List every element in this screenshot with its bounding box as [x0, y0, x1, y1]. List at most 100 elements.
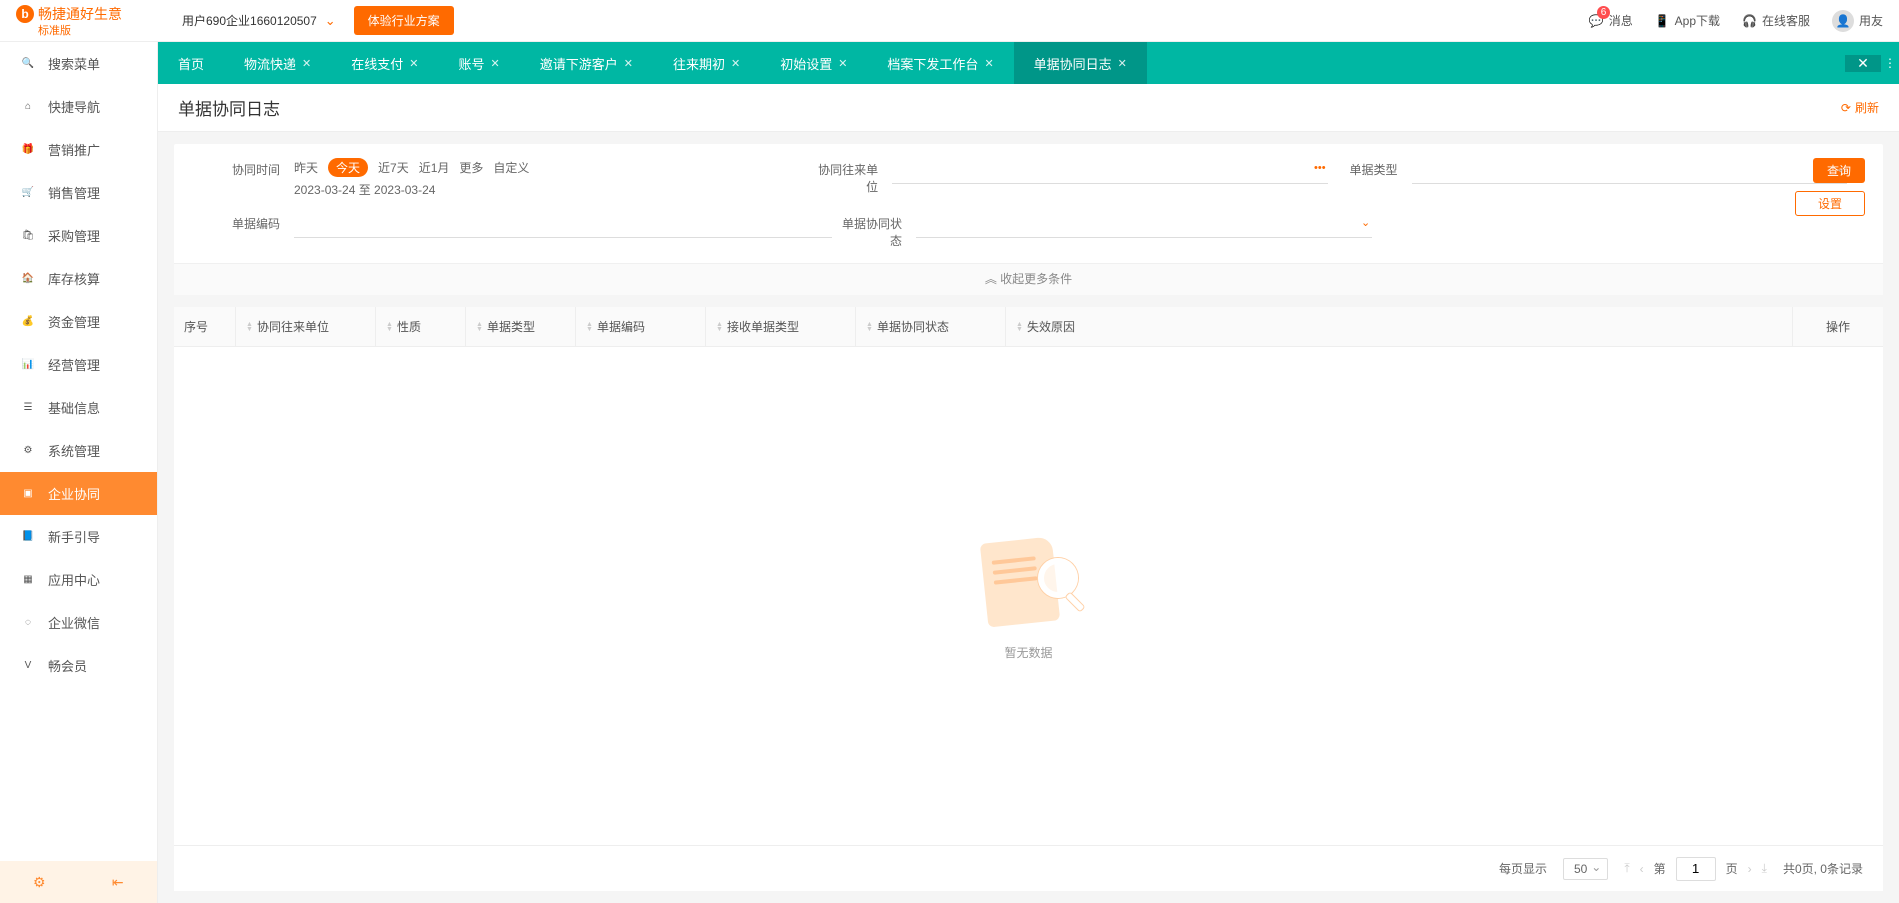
- close-icon[interactable]: ✕: [838, 57, 847, 70]
- money-icon: 💰: [20, 314, 36, 330]
- table-header-cell[interactable]: ▲▼单据编码: [576, 307, 706, 346]
- sidebar-item-fund[interactable]: 💰资金管理: [0, 300, 157, 343]
- avatar-icon: 👤: [1832, 10, 1854, 32]
- app-download-label: App下载: [1675, 12, 1720, 29]
- date-option[interactable]: 更多: [459, 159, 483, 176]
- sidebar-collapse-button[interactable]: ⇤: [79, 861, 158, 903]
- chevron-down-icon[interactable]: ⌄: [1836, 162, 1845, 175]
- sidebar-item-member[interactable]: V畅会员: [0, 644, 157, 687]
- chevron-down-icon: ⌄: [325, 13, 336, 29]
- chevron-up-icon: ︽: [985, 272, 997, 286]
- tab-账号[interactable]: 账号 ✕: [438, 42, 519, 84]
- tab-label: 账号: [458, 54, 484, 73]
- date-option[interactable]: 昨天: [294, 159, 318, 176]
- tenant-selector[interactable]: 用户690企业1660120507 ⌄: [182, 12, 336, 29]
- online-service-button[interactable]: 🎧 在线客服: [1742, 12, 1810, 29]
- column-label: 单据协同状态: [877, 318, 949, 335]
- sidebar-item-business[interactable]: 📊经营管理: [0, 343, 157, 386]
- user-menu[interactable]: 👤 用友: [1832, 10, 1883, 32]
- close-icon[interactable]: ✕: [302, 57, 311, 70]
- filter-label-status: 单据协同状态: [832, 212, 902, 249]
- tabs-bar: 首页物流快递✕在线支付✕账号✕邀请下游客户✕往来期初✕初始设置✕档案下发工作台✕…: [158, 42, 1899, 84]
- sidebar-item-base-info[interactable]: ☰基础信息: [0, 386, 157, 429]
- filter-panel: 查询 设置 协同时间 昨天今天近7天近1月更多自定义 2023-03-24 至 …: [174, 144, 1883, 295]
- filter-label-unit: 协同往来单位: [808, 158, 878, 195]
- bill-type-select[interactable]: [1412, 158, 1847, 184]
- refresh-label: 刷新: [1855, 99, 1879, 116]
- close-icon[interactable]: ✕: [731, 57, 740, 70]
- page-last-button[interactable]: ⤓: [1762, 861, 1767, 876]
- tabs-close-all-button[interactable]: ✕: [1845, 55, 1881, 72]
- messages-button[interactable]: 💬 6 消息: [1589, 12, 1633, 29]
- tab-往来期初[interactable]: 往来期初✕: [653, 42, 760, 84]
- tab-在线支付[interactable]: 在线支付✕: [331, 42, 438, 84]
- table-header-cell[interactable]: ▲▼性质: [376, 307, 466, 346]
- page-first-button[interactable]: ⤒: [1624, 861, 1629, 876]
- page-prev-button[interactable]: ‹: [1640, 862, 1644, 876]
- table-header-cell[interactable]: ▲▼单据协同状态: [856, 307, 1006, 346]
- date-option[interactable]: 近1月: [419, 159, 450, 176]
- tab-邀请下游客户[interactable]: 邀请下游客户✕: [520, 42, 653, 84]
- close-icon[interactable]: ✕: [1118, 57, 1127, 70]
- date-option[interactable]: 近7天: [378, 159, 409, 176]
- page-next-button[interactable]: ›: [1748, 862, 1752, 876]
- tab-单据协同日志[interactable]: 单据协同日志✕: [1014, 42, 1147, 84]
- sidebar-item-inventory[interactable]: 🏠库存核算: [0, 257, 157, 300]
- coop-status-select[interactable]: [916, 212, 1372, 238]
- coop-unit-input[interactable]: [892, 158, 1327, 184]
- home-icon: ⌂: [20, 99, 36, 115]
- sidebar-item-label: 库存核算: [48, 269, 100, 288]
- sidebar-item-purchase[interactable]: 🛍 采购管理: [0, 214, 157, 257]
- refresh-button[interactable]: ⟳ 刷新: [1841, 99, 1879, 116]
- gift-icon: 🎁: [20, 142, 36, 158]
- collapse-icon: ⇤: [112, 874, 124, 891]
- table-header-cell[interactable]: ▲▼接收单据类型: [706, 307, 856, 346]
- close-icon[interactable]: ✕: [491, 57, 500, 70]
- sort-icon: ▲▼: [246, 322, 253, 332]
- sidebar-item-enterprise-coop[interactable]: ▣企业协同: [0, 472, 157, 515]
- tab-初始设置[interactable]: 初始设置 ✕: [760, 42, 867, 84]
- sidebar-settings-button[interactable]: ⚙: [0, 861, 79, 903]
- sidebar-item-label: 基础信息: [48, 398, 100, 417]
- date-range-text: 2023-03-24 至 2023-03-24: [294, 181, 808, 198]
- sidebar-item-search-menu[interactable]: 🔍搜索菜单: [0, 42, 157, 85]
- lookup-icon[interactable]: •••: [1314, 162, 1326, 174]
- app-download-button[interactable]: 📱 App下载: [1655, 12, 1720, 29]
- settings-button[interactable]: 设置: [1795, 191, 1865, 216]
- bill-code-input[interactable]: [294, 212, 832, 238]
- table-header-cell[interactable]: ▲▼失效原因: [1006, 307, 1793, 346]
- sidebar-item-system[interactable]: ⚙系统管理: [0, 429, 157, 472]
- close-icon[interactable]: ✕: [409, 57, 418, 70]
- tab-label: 初始设置: [780, 54, 832, 73]
- try-industry-button[interactable]: 体验行业方案: [354, 6, 454, 35]
- tab-物流快递[interactable]: 物流快递 ✕: [224, 42, 331, 84]
- collapse-filters-button[interactable]: ︽ 收起更多条件: [174, 263, 1883, 295]
- sidebar-item-label: 经营管理: [48, 355, 100, 374]
- sidebar-item-quick-nav[interactable]: ⌂快捷导航: [0, 85, 157, 128]
- tab-首页[interactable]: 首页: [158, 42, 224, 84]
- page-size-select[interactable]: 50: [1563, 858, 1608, 880]
- page-title: 单据协同日志: [178, 95, 280, 120]
- close-icon[interactable]: ✕: [624, 57, 633, 70]
- sidebar-item-marketing[interactable]: 🎁营销推广: [0, 128, 157, 171]
- sidebar-item-sales[interactable]: 🛒销售管理: [0, 171, 157, 214]
- date-option[interactable]: 今天: [328, 158, 368, 177]
- sidebar-item-app-center[interactable]: ▦应用中心: [0, 558, 157, 601]
- sort-icon: ▲▼: [476, 322, 483, 332]
- sidebar-item-label: 采购管理: [48, 226, 100, 245]
- table-header-cell[interactable]: ▲▼单据类型: [466, 307, 576, 346]
- collapse-label: 收起更多条件: [1000, 272, 1072, 286]
- sidebar-item-guide[interactable]: 📘新手引导: [0, 515, 157, 558]
- column-label: 协同往来单位: [257, 318, 329, 335]
- tab-档案下发工作台[interactable]: 档案下发工作台✕: [867, 42, 1013, 84]
- close-icon[interactable]: ✕: [984, 57, 993, 70]
- chevron-down-icon[interactable]: ⌄: [1361, 216, 1370, 229]
- sidebar-item-wecom[interactable]: ◌企业微信: [0, 601, 157, 644]
- table-header-cell[interactable]: 序号: [174, 307, 236, 346]
- table-header-cell[interactable]: ▲▼ 协同往来单位: [236, 307, 376, 346]
- bag-icon: 🛍: [20, 228, 36, 244]
- tab-label: 物流快递: [244, 54, 296, 73]
- date-option[interactable]: 自定义: [493, 159, 529, 176]
- tabs-more-button[interactable]: ⋮: [1881, 56, 1899, 70]
- page-number-input[interactable]: [1676, 857, 1716, 881]
